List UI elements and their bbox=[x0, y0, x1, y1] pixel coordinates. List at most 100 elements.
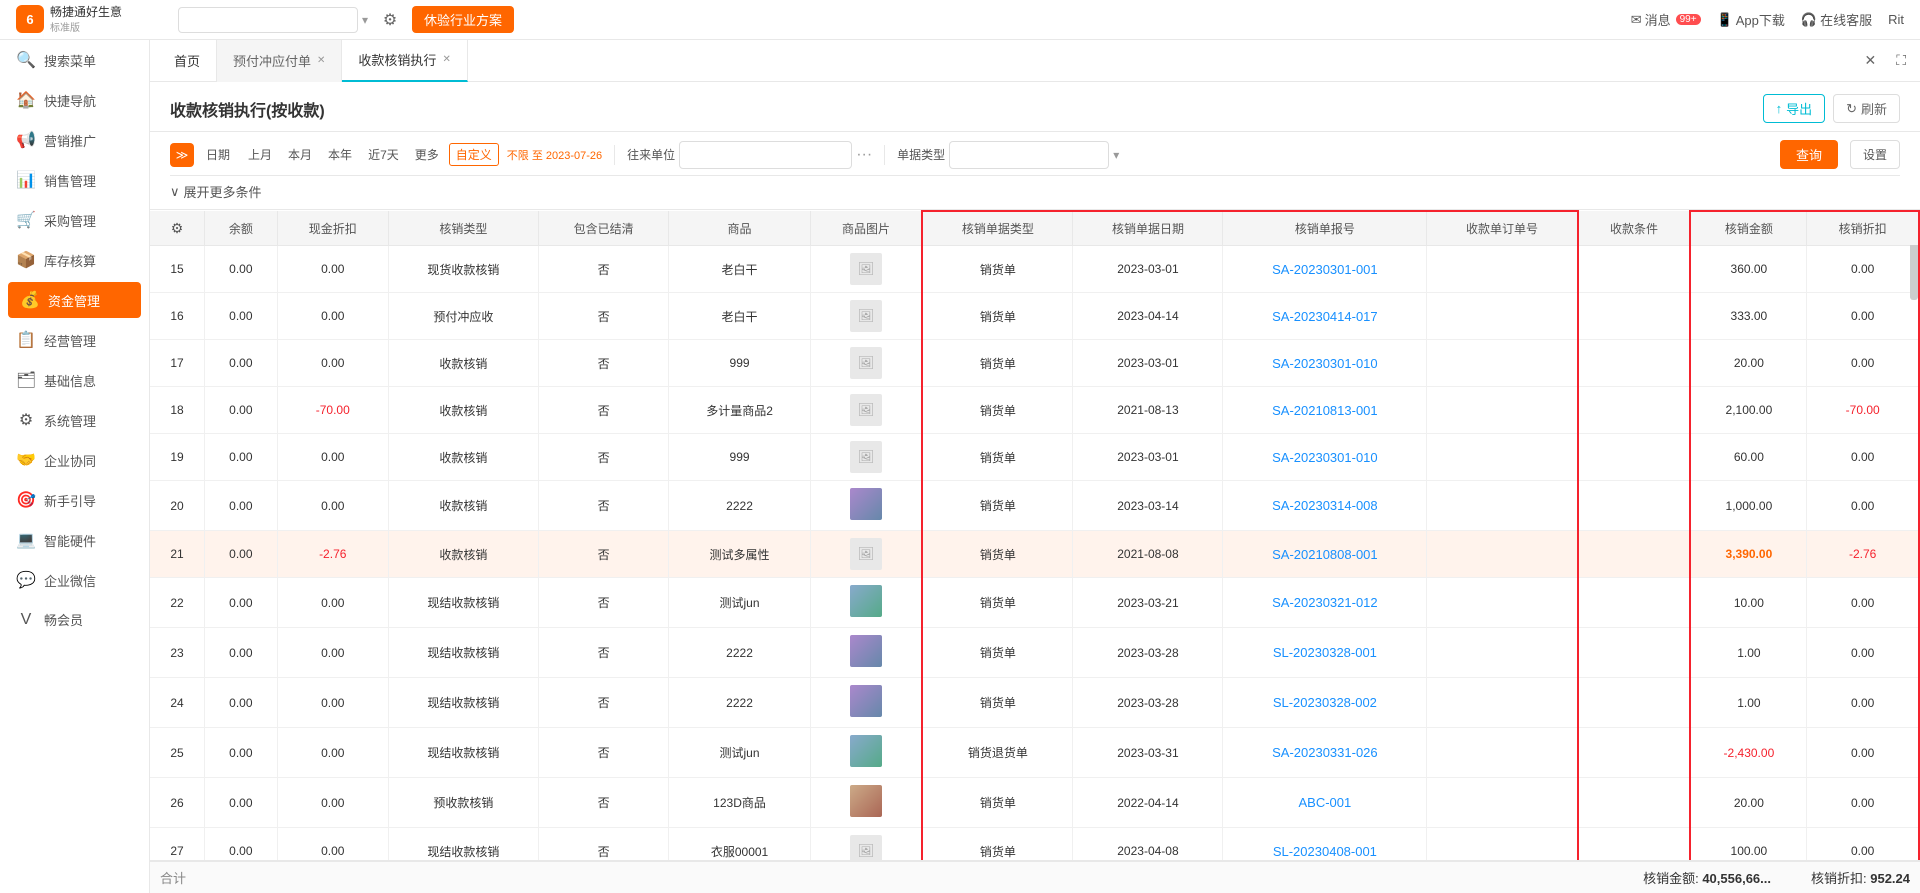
sidebar-item-marketing[interactable]: 📢 营销推广 bbox=[0, 120, 149, 160]
tab-cancel[interactable]: 收款核销执行 ✕ bbox=[342, 40, 467, 82]
cell-include-settled: 否 bbox=[538, 434, 669, 481]
cancel-bill-link[interactable]: SA-20230314-008 bbox=[1272, 498, 1378, 513]
sidebar-item-finance[interactable]: 💰 资金管理 bbox=[8, 282, 141, 318]
sidebar-item-collab[interactable]: 🤝 企业协同 bbox=[0, 440, 149, 480]
cancel-bill-link[interactable]: ABC-001 bbox=[1299, 795, 1352, 810]
date-7days-btn[interactable]: 近7天 bbox=[362, 144, 405, 165]
date-last-month-btn[interactable]: 上月 bbox=[242, 144, 278, 165]
cancel-bill-link[interactable]: SA-20210808-001 bbox=[1272, 547, 1378, 562]
cell-cancel-discount: 0.00 bbox=[1807, 293, 1919, 340]
cancel-bill-link[interactable]: SA-20230331-026 bbox=[1272, 745, 1378, 760]
date-this-month-btn[interactable]: 本月 bbox=[282, 144, 318, 165]
sidebar-item-wechat[interactable]: 💬 企业微信 bbox=[0, 560, 149, 600]
phone-icon: 📱 bbox=[1717, 12, 1733, 28]
cell-cancel-bill-type: 销货单 bbox=[922, 481, 1073, 531]
cell-cancel-bill-date: 2021-08-08 bbox=[1073, 531, 1223, 578]
window-maximize-button[interactable]: ⛶ bbox=[1890, 50, 1912, 71]
cancel-bill-link[interactable]: SA-20230301-010 bbox=[1272, 356, 1378, 371]
logo-icon: 6 bbox=[16, 5, 44, 33]
cell-cancel-discount: 0.00 bbox=[1807, 340, 1919, 387]
tab-cancel-close-icon[interactable]: ✕ bbox=[442, 54, 450, 65]
partner-label: 往来单位 bbox=[627, 146, 675, 163]
cell-goods: 999 bbox=[669, 434, 810, 481]
bill-type-dropdown-icon[interactable]: ▾ bbox=[1113, 148, 1119, 162]
cell-cancel-bill-date: 2023-03-28 bbox=[1073, 678, 1223, 728]
sidebar-item-hardware[interactable]: 💻 智能硬件 bbox=[0, 520, 149, 560]
sidebar-label-collab: 企业协同 bbox=[44, 451, 96, 470]
sidebar-item-guide[interactable]: 🎯 新手引导 bbox=[0, 480, 149, 520]
expand-more-row[interactable]: ∨ 展开更多条件 bbox=[170, 175, 1900, 201]
settings-icon[interactable]: ⚙ bbox=[171, 220, 184, 236]
cell-receipt-order-no bbox=[1427, 293, 1578, 340]
footer-total-label: 合计 bbox=[160, 868, 186, 887]
setting-button[interactable]: 设置 bbox=[1850, 140, 1900, 169]
solution-button[interactable]: 休验行业方案 bbox=[412, 6, 514, 33]
app-download-item[interactable]: 📱 App下载 bbox=[1717, 10, 1785, 29]
bill-type-input[interactable] bbox=[949, 141, 1109, 169]
table-row: 23 0.00 0.00 现结收款核销 否 2222 销货单 2023-03-2… bbox=[150, 628, 1919, 678]
tab-home[interactable]: 首页 bbox=[158, 40, 217, 82]
user-item[interactable]: Rit bbox=[1888, 12, 1904, 27]
cell-cancel-bill-date: 2023-04-14 bbox=[1073, 293, 1223, 340]
dropdown-arrow-icon[interactable]: ▾ bbox=[362, 13, 368, 27]
sidebar-label-purchase: 采购管理 bbox=[44, 211, 96, 230]
sidebar-label-finance: 资金管理 bbox=[48, 291, 100, 310]
cancel-bill-link[interactable]: SA-20210813-001 bbox=[1272, 403, 1378, 418]
tab-prepay[interactable]: 预付冲应付单 ✕ bbox=[217, 40, 342, 82]
cell-goods: 2222 bbox=[669, 481, 810, 531]
search-icon: 🔍 bbox=[16, 50, 36, 70]
partner-dots-icon[interactable]: ··· bbox=[856, 146, 872, 164]
cell-cancel-bill-date: 2023-03-01 bbox=[1073, 246, 1223, 293]
messages-item[interactable]: ✉ 消息 99+ bbox=[1631, 10, 1701, 29]
top-search-input[interactable] bbox=[178, 7, 358, 33]
cell-balance: 0.00 bbox=[205, 828, 278, 861]
cell-include-settled: 否 bbox=[538, 678, 669, 728]
cell-receipt-order-no bbox=[1427, 728, 1578, 778]
system-icon: ⚙ bbox=[16, 410, 36, 430]
cancel-bill-link[interactable]: SL-20230408-001 bbox=[1273, 844, 1377, 859]
query-button[interactable]: 查询 bbox=[1780, 140, 1838, 169]
cancel-bill-link[interactable]: SA-20230301-010 bbox=[1272, 450, 1378, 465]
messages-badge: 99+ bbox=[1676, 14, 1701, 25]
refresh-button[interactable]: ↻ 刷新 bbox=[1833, 94, 1900, 123]
sidebar-item-member[interactable]: V 畅会员 bbox=[0, 600, 149, 639]
window-close-button[interactable]: ✕ bbox=[1858, 50, 1882, 71]
sidebar-item-system[interactable]: ⚙ 系统管理 bbox=[0, 400, 149, 440]
sidebar-item-purchase[interactable]: 🛒 采购管理 bbox=[0, 200, 149, 240]
online-service-item[interactable]: 🎧 在线客服 bbox=[1801, 10, 1872, 29]
cancel-bill-link[interactable]: SL-20230328-001 bbox=[1273, 645, 1377, 660]
cancel-bill-link[interactable]: SA-20230321-012 bbox=[1272, 595, 1378, 610]
cancel-bill-link[interactable]: SL-20230328-002 bbox=[1273, 695, 1377, 710]
sidebar-item-nav[interactable]: 🏠 快捷导航 bbox=[0, 80, 149, 120]
cell-include-settled: 否 bbox=[538, 293, 669, 340]
headset-icon: 🎧 bbox=[1801, 12, 1817, 28]
th-settings[interactable]: ⚙ bbox=[150, 211, 205, 246]
cell-receipt-condition bbox=[1578, 293, 1691, 340]
cell-cancel-bill-date: 2023-03-28 bbox=[1073, 628, 1223, 678]
sidebar-item-sales[interactable]: 📊 销售管理 bbox=[0, 160, 149, 200]
gear-button[interactable]: ⚙ bbox=[376, 6, 404, 34]
cell-include-settled: 否 bbox=[538, 778, 669, 828]
date-custom-btn[interactable]: 自定义 bbox=[449, 143, 499, 166]
cancel-bill-link[interactable]: SA-20230301-001 bbox=[1272, 262, 1378, 277]
sidebar-item-basic[interactable]: 🗂 基础信息 bbox=[0, 360, 149, 400]
tab-cancel-label: 收款核销执行 bbox=[358, 50, 436, 69]
partner-input[interactable] bbox=[679, 141, 852, 169]
cell-include-settled: 否 bbox=[538, 246, 669, 293]
vertical-scrollbar[interactable] bbox=[1910, 240, 1918, 300]
tab-prepay-close-icon[interactable]: ✕ bbox=[317, 55, 325, 66]
cancel-bill-link[interactable]: SA-20230414-017 bbox=[1272, 309, 1378, 324]
sidebar-item-inventory[interactable]: 📦 库存核算 bbox=[0, 240, 149, 280]
logo-edition: 标准版 bbox=[50, 19, 122, 34]
purchase-icon: 🛒 bbox=[16, 210, 36, 230]
sidebar-item-operation[interactable]: 📋 经营管理 bbox=[0, 320, 149, 360]
cell-cancel-type: 现结收款核销 bbox=[388, 578, 538, 628]
filter-expand-button[interactable]: ≫ bbox=[170, 143, 194, 167]
sidebar-item-search[interactable]: 🔍 搜索菜单 bbox=[0, 40, 149, 80]
date-more-btn[interactable]: 更多 bbox=[409, 144, 445, 165]
date-this-year-btn[interactable]: 本年 bbox=[322, 144, 358, 165]
cell-receipt-order-no bbox=[1427, 387, 1578, 434]
export-button[interactable]: ↑ 导出 bbox=[1763, 94, 1826, 123]
table-container[interactable]: ⚙ 余额 现金折扣 核销类型 包含已结清 商品 商品图片 核销单据类型 核销单据… bbox=[150, 210, 1920, 860]
cell-cancel-bill-date: 2023-04-08 bbox=[1073, 828, 1223, 861]
